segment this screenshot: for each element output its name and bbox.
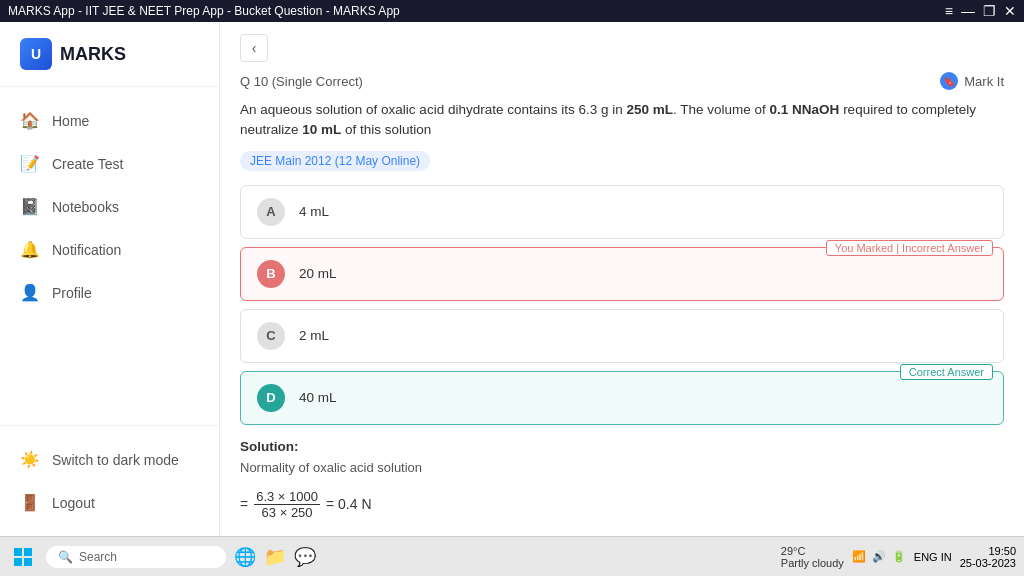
option-d-text: 40 mL	[299, 390, 337, 405]
options-list: A 4 mL You Marked | Incorrect Answer B 2…	[240, 185, 1004, 425]
math-denominator: 63 × 250	[260, 505, 315, 520]
mark-it-label: Mark It	[964, 74, 1004, 89]
weather-desc: Partly cloudy	[781, 557, 844, 569]
sidebar-item-label: Logout	[52, 495, 95, 511]
sidebar-item-notebooks[interactable]: 📓 Notebooks	[0, 185, 219, 228]
sidebar-item-profile[interactable]: 👤 Profile	[0, 271, 219, 314]
math-numerator: 6.3 × 1000	[254, 489, 320, 505]
temperature: 29°C	[781, 545, 806, 557]
sidebar-item-dark-mode[interactable]: ☀️ Switch to dark mode	[0, 438, 219, 481]
correct-answer-label: Correct Answer	[900, 364, 993, 380]
option-c-badge: C	[257, 322, 285, 350]
svg-rect-2	[14, 558, 22, 566]
window-title: MARKS App - IIT JEE & NEET Prep App - Bu…	[8, 4, 400, 18]
volume-icon: 🔊	[872, 550, 886, 563]
question-header: Q 10 (Single Correct) 🔖 Mark It	[240, 72, 1004, 90]
taskbar: 🔍 Search 🌐 📁 💬 29°C Partly cloudy 📶 🔊 🔋 …	[0, 536, 1024, 576]
svg-rect-1	[24, 548, 32, 556]
home-icon: 🏠	[20, 111, 40, 130]
question-text: An aqueous solution of oxalic acid dihyd…	[240, 100, 1004, 141]
sidebar-item-label: Profile	[52, 285, 92, 301]
option-c-text: 2 mL	[299, 328, 329, 343]
wifi-icon: 📶	[852, 550, 866, 563]
sidebar: U MARKS 🏠 Home 📝 Create Test 📓 Notebooks…	[0, 22, 220, 536]
sidebar-item-label: Home	[52, 113, 89, 129]
start-button[interactable]	[8, 542, 38, 572]
sidebar-item-notification[interactable]: 🔔 Notification	[0, 228, 219, 271]
logo-text: MARKS	[60, 44, 126, 65]
option-d[interactable]: Correct Answer D 40 mL	[240, 371, 1004, 425]
taskbar-app-icon-1[interactable]: 🌐	[234, 546, 256, 568]
question-type: Q 10 (Single Correct)	[240, 74, 363, 89]
taskbar-left: 🔍 Search 🌐 📁 💬	[8, 542, 316, 572]
dark-mode-icon: ☀️	[20, 450, 40, 469]
sidebar-item-label: Notification	[52, 242, 121, 258]
notification-icon: 🔔	[20, 240, 40, 259]
close-icon[interactable]: ✕	[1004, 3, 1016, 19]
sidebar-item-create-test[interactable]: 📝 Create Test	[0, 142, 219, 185]
option-a[interactable]: A 4 mL	[240, 185, 1004, 239]
question-tag: JEE Main 2012 (12 May Online)	[240, 151, 430, 171]
search-placeholder: Search	[79, 550, 117, 564]
taskbar-app-icon-3[interactable]: 💬	[294, 546, 316, 568]
option-c[interactable]: C 2 mL	[240, 309, 1004, 363]
taskbar-app-icon-2[interactable]: 📁	[264, 546, 286, 568]
create-test-icon: 📝	[20, 154, 40, 173]
mark-icon: 🔖	[940, 72, 958, 90]
sidebar-nav: 🏠 Home 📝 Create Test 📓 Notebooks 🔔 Notif…	[0, 87, 219, 425]
title-bar: MARKS App - IIT JEE & NEET Prep App - Bu…	[0, 0, 1024, 22]
option-d-badge: D	[257, 384, 285, 412]
option-b-text: 20 mL	[299, 266, 337, 281]
solution-section: Solution: Normality of oxalic acid solut…	[240, 439, 1004, 526]
taskbar-search[interactable]: 🔍 Search	[46, 546, 226, 568]
app-body: U MARKS 🏠 Home 📝 Create Test 📓 Notebooks…	[0, 22, 1024, 536]
sidebar-logo: U MARKS	[0, 22, 219, 87]
sidebar-bottom: ☀️ Switch to dark mode 🚪 Logout	[0, 425, 219, 536]
option-a-text: 4 mL	[299, 204, 329, 219]
windows-icon	[13, 547, 33, 567]
restore-icon[interactable]: ❐	[983, 3, 996, 19]
math-prefix: =	[240, 496, 248, 512]
battery-icon: 🔋	[892, 550, 906, 563]
math-suffix: = 0.4 N	[326, 496, 372, 512]
taskbar-right: 29°C Partly cloudy 📶 🔊 🔋 ENG IN 19:50 25…	[781, 545, 1016, 569]
sidebar-item-home[interactable]: 🏠 Home	[0, 99, 219, 142]
clock: 19:50	[960, 545, 1016, 557]
sidebar-item-label: Notebooks	[52, 199, 119, 215]
svg-rect-3	[24, 558, 32, 566]
main-content: ‹ Q 10 (Single Correct) 🔖 Mark It An aqu…	[220, 22, 1024, 536]
date: 25-03-2023	[960, 557, 1016, 569]
solution-math: = 6.3 × 1000 63 × 250 = 0.4 N	[240, 483, 1004, 526]
window-controls: ≡ — ❐ ✕	[945, 3, 1016, 19]
option-b-badge: B	[257, 260, 285, 288]
content-wrapper: ‹ Q 10 (Single Correct) 🔖 Mark It An aqu…	[220, 22, 1024, 536]
option-b[interactable]: You Marked | Incorrect Answer B 20 mL	[240, 247, 1004, 301]
system-tray: 📶 🔊 🔋	[852, 550, 906, 563]
sidebar-item-label: Switch to dark mode	[52, 452, 179, 468]
weather-info: 29°C Partly cloudy	[781, 545, 844, 569]
prev-question-button[interactable]: ‹	[240, 34, 268, 62]
you-marked-label: You Marked | Incorrect Answer	[826, 240, 993, 256]
math-fraction: 6.3 × 1000 63 × 250	[254, 489, 320, 520]
notebooks-icon: 📓	[20, 197, 40, 216]
logout-icon: 🚪	[20, 493, 40, 512]
mark-it-button[interactable]: 🔖 Mark It	[940, 72, 1004, 90]
time-info: 19:50 25-03-2023	[960, 545, 1016, 569]
logo-icon: U	[20, 38, 52, 70]
menu-icon[interactable]: ≡	[945, 3, 953, 19]
language: ENG IN	[914, 551, 952, 563]
sidebar-item-logout[interactable]: 🚪 Logout	[0, 481, 219, 524]
solution-title: Solution:	[240, 439, 1004, 454]
option-a-badge: A	[257, 198, 285, 226]
svg-rect-0	[14, 548, 22, 556]
search-icon: 🔍	[58, 550, 73, 564]
profile-icon: 👤	[20, 283, 40, 302]
minimize-icon[interactable]: —	[961, 3, 975, 19]
sidebar-item-label: Create Test	[52, 156, 123, 172]
solution-text: Normality of oxalic acid solution	[240, 460, 1004, 475]
